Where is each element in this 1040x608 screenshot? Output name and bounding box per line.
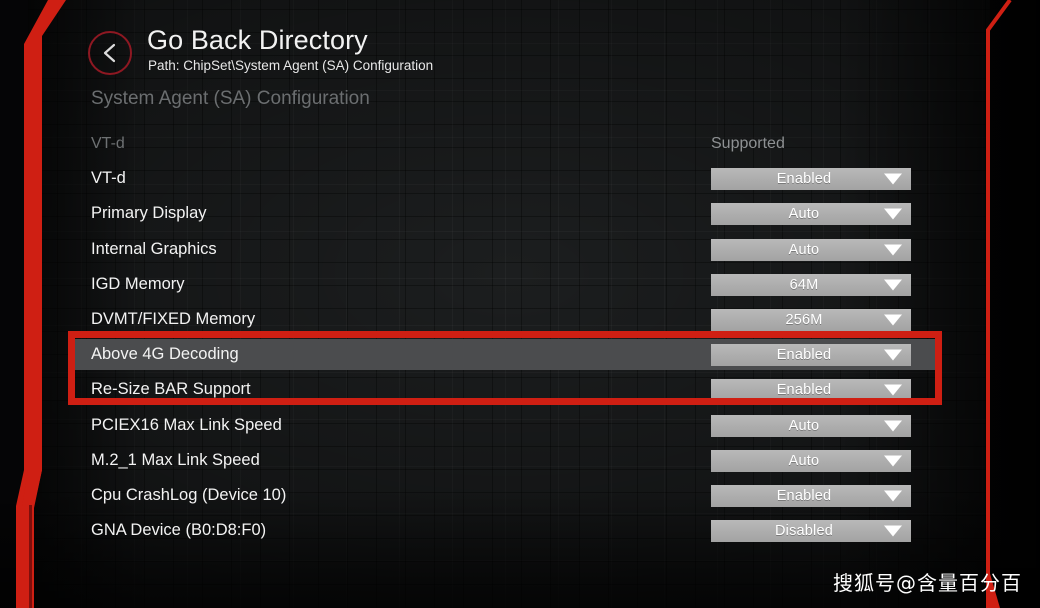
settings-dropdown-value: Enabled (776, 171, 832, 188)
breadcrumb-path: Path: ChipSet\System Agent (SA) Configur… (148, 58, 434, 73)
chevron-down-icon (884, 173, 902, 185)
chevron-down-icon (884, 279, 902, 291)
chevron-down-icon (884, 244, 902, 256)
bios-screen: Go Back Directory Path: ChipSet\System A… (0, 0, 1040, 608)
chevron-down-icon (884, 384, 902, 396)
settings-row[interactable]: VT-d Enabled (68, 163, 942, 194)
settings-row[interactable]: M.2_1 Max Link Speed Auto (68, 445, 942, 476)
settings-dropdown-value: Auto (788, 241, 820, 258)
watermark: 搜狐号@含量百分百 (833, 571, 1022, 595)
settings-row[interactable]: Primary Display Auto (68, 198, 942, 229)
settings-static-value: Supported (711, 134, 785, 152)
settings-row[interactable]: DVMT/FIXED Memory 256M (68, 304, 942, 335)
settings-dropdown-value: Auto (788, 206, 820, 223)
chevron-down-icon (884, 208, 902, 220)
settings-dropdown-value: Enabled (776, 488, 832, 504)
settings-row[interactable]: PCIEX16 Max Link Speed Auto (68, 410, 942, 441)
chevron-down-icon (884, 525, 902, 537)
chevron-down-icon (884, 420, 902, 432)
settings-row-label: VT-d (91, 169, 126, 188)
settings-dropdown[interactable]: Enabled (711, 344, 911, 367)
settings-dropdown-value: Enabled (776, 347, 832, 364)
settings-row[interactable]: Internal Graphics Auto (68, 234, 942, 265)
chevron-down-icon (884, 349, 902, 361)
settings-dropdown[interactable]: Enabled (711, 485, 911, 507)
settings-row-label: Re-Size BAR Support (91, 380, 251, 399)
settings-dropdown-value: Disabled (774, 523, 834, 540)
settings-dropdown[interactable]: Auto (711, 238, 911, 261)
chevron-left-icon (103, 43, 116, 63)
back-button[interactable] (88, 31, 132, 75)
settings-dropdown-value: Auto (788, 452, 820, 469)
settings-row-label: VT-d (91, 134, 125, 152)
chevron-down-icon (884, 455, 902, 467)
settings-row[interactable]: Re-Size BAR Support Enabled (68, 374, 942, 405)
settings-dropdown[interactable]: Auto (711, 203, 911, 226)
settings-row-label: Cpu CrashLog (Device 10) (91, 486, 287, 504)
settings-row[interactable]: Cpu CrashLog (Device 10) Enabled (68, 480, 942, 511)
settings-dropdown[interactable]: Enabled (711, 379, 911, 402)
page-title: Go Back Directory (147, 25, 368, 55)
chevron-down-icon (884, 314, 902, 326)
settings-dropdown-value: 64M (789, 276, 819, 293)
settings-row-label: Above 4G Decoding (91, 345, 239, 364)
settings-dropdown-value: Enabled (776, 382, 832, 399)
settings-dropdown-value: 256M (785, 312, 823, 328)
settings-row-label: IGD Memory (91, 274, 185, 293)
settings-row-label: Internal Graphics (91, 239, 217, 258)
settings-row-label: DVMT/FIXED Memory (91, 310, 256, 328)
settings-dropdown[interactable]: Enabled (711, 168, 911, 191)
settings-dropdown[interactable]: Disabled (711, 520, 911, 543)
chevron-down-icon (884, 490, 902, 502)
settings-row-label: GNA Device (B0:D8:F0) (91, 521, 267, 540)
settings-dropdown[interactable]: 256M (711, 309, 911, 331)
settings-dropdown[interactable]: Auto (711, 414, 911, 437)
settings-row-label: M.2_1 Max Link Speed (91, 450, 260, 469)
settings-row[interactable]: IGD Memory 64M (68, 269, 942, 300)
settings-row-label: PCIEX16 Max Link Speed (91, 415, 282, 434)
settings-dropdown-value: Auto (788, 417, 820, 434)
settings-dropdown[interactable]: 64M (711, 273, 911, 296)
settings-row[interactable]: VT-d Supported (68, 128, 942, 159)
settings-row[interactable]: GNA Device (B0:D8:F0) Disabled (68, 515, 942, 546)
settings-dropdown[interactable]: Auto (711, 449, 911, 472)
settings-row-label: Primary Display (91, 204, 207, 223)
section-title: System Agent (SA) Configuration (91, 88, 370, 109)
settings-row[interactable]: Above 4G Decoding Enabled (68, 339, 942, 371)
